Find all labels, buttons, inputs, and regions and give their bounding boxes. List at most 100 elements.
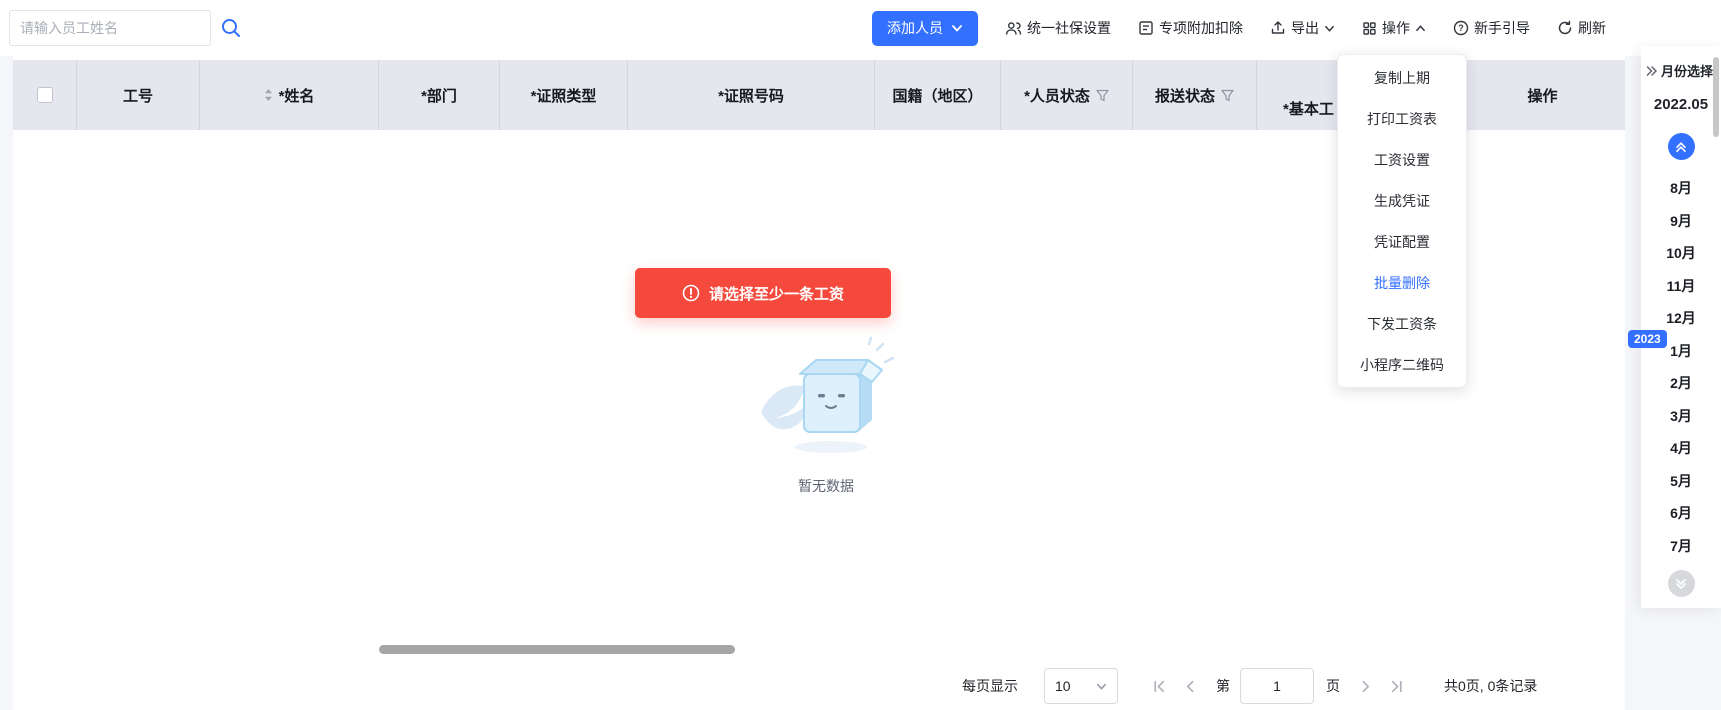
- menu-item[interactable]: 打印工资表: [1338, 98, 1466, 139]
- column-header-name: *姓名: [200, 60, 379, 130]
- month-item[interactable]: 9月: [1641, 205, 1721, 238]
- vertical-scrollbar-thumb[interactable]: [1713, 57, 1719, 137]
- month-list: 8月 9月 10月 11月 12月 1月 2月 3月 4月 5月 6月 7月: [1641, 172, 1721, 562]
- column-header-certificate-type: *证照类型: [500, 60, 628, 130]
- menu-item[interactable]: 复制上期: [1338, 57, 1466, 98]
- menu-item[interactable]: 凭证配置: [1338, 221, 1466, 262]
- refresh-icon: [1557, 20, 1573, 36]
- column-label: 工号: [122, 87, 153, 105]
- month-item[interactable]: 2月: [1641, 367, 1721, 400]
- collapse-panel-icon[interactable]: [1646, 65, 1658, 77]
- column-header-employee-id: 工号: [77, 60, 200, 130]
- search-input[interactable]: [9, 10, 211, 46]
- toolbar-item-label: 专项附加扣除: [1159, 20, 1243, 36]
- svg-text:?: ?: [1458, 23, 1464, 33]
- warning-icon: [682, 284, 700, 302]
- column-header-department: *部门: [379, 60, 500, 130]
- social-insurance-settings-button[interactable]: 统一社保设置: [1005, 18, 1111, 38]
- select-all-checkbox[interactable]: [36, 87, 53, 103]
- column-label: *部门: [421, 87, 457, 105]
- column-label: *人员状态: [1024, 87, 1090, 105]
- column-header-nationality: 国籍（地区）: [875, 60, 1001, 130]
- selected-period: 2022.05: [1653, 96, 1709, 113]
- first-page-button[interactable]: [1152, 679, 1167, 694]
- empty-text: 暂无数据: [798, 478, 854, 494]
- toolbar-item-label: 导出: [1291, 20, 1319, 36]
- toolbar-item-label: 操作: [1382, 20, 1410, 36]
- add-personnel-button[interactable]: 添加人员: [872, 10, 978, 46]
- menu-item[interactable]: 批量删除: [1338, 262, 1466, 303]
- left-gutter: [0, 56, 13, 710]
- toolbar-item-label: 新手引导: [1474, 20, 1530, 36]
- per-page-label: 每页显示: [962, 678, 1018, 694]
- filter-icon[interactable]: [1221, 89, 1234, 102]
- refresh-button[interactable]: 刷新: [1557, 18, 1606, 38]
- operations-dropdown-menu: 复制上期 打印工资表 工资设置 生成凭证 凭证配置 批量删除 下发工资条 小程序…: [1337, 54, 1467, 388]
- search-icon[interactable]: [220, 17, 242, 39]
- column-label: *证照号码: [718, 87, 784, 105]
- menu-item[interactable]: 工资设置: [1338, 139, 1466, 180]
- chevron-down-icon: [951, 22, 963, 34]
- column-label: *姓名: [278, 87, 315, 105]
- export-icon: [1270, 20, 1286, 36]
- export-button[interactable]: 导出: [1270, 18, 1335, 38]
- beginner-guide-button[interactable]: ? 新手引导: [1453, 18, 1530, 38]
- month-panel-title: 月份选择: [1661, 64, 1714, 79]
- per-page-value: 10: [1055, 678, 1071, 694]
- month-item[interactable]: 6月: [1641, 497, 1721, 530]
- menu-item[interactable]: 生成凭证: [1338, 180, 1466, 221]
- toolbar-item-label: 统一社保设置: [1027, 20, 1111, 36]
- month-item[interactable]: 4月: [1641, 432, 1721, 465]
- month-item[interactable]: 7月: [1641, 530, 1721, 563]
- prev-page-button[interactable]: [1183, 679, 1198, 694]
- column-header-certificate-number: *证照号码: [628, 60, 875, 130]
- per-page-select[interactable]: 10: [1044, 668, 1118, 704]
- month-panel-header: 月份选择: [1641, 46, 1721, 80]
- page-number-input[interactable]: [1240, 668, 1314, 704]
- filter-icon[interactable]: [1096, 89, 1109, 102]
- toolbar-item-label: 刷新: [1578, 20, 1606, 36]
- horizontal-scrollbar-thumb[interactable]: [379, 645, 735, 654]
- question-icon: ?: [1453, 20, 1469, 36]
- menu-item[interactable]: 小程序二维码: [1338, 344, 1466, 385]
- special-deduction-button[interactable]: 专项附加扣除: [1138, 18, 1243, 38]
- chevron-up-icon: [1415, 23, 1426, 34]
- operations-button[interactable]: 操作: [1362, 18, 1426, 38]
- column-label: 报送状态: [1154, 87, 1215, 105]
- year-badge: 2023: [1628, 330, 1667, 348]
- chevron-down-icon: [1324, 23, 1335, 34]
- column-header-actions: 操作: [1460, 60, 1625, 130]
- scroll-months-up-button[interactable]: [1667, 133, 1695, 160]
- grid-icon: [1362, 21, 1377, 36]
- next-page-button[interactable]: [1358, 679, 1373, 694]
- page-prefix-label: 第: [1216, 678, 1230, 694]
- sort-icon[interactable]: [264, 88, 273, 102]
- column-label: 国籍（地区）: [892, 87, 983, 105]
- column-label: *证照类型: [530, 87, 597, 105]
- scroll-months-down-button[interactable]: [1667, 570, 1695, 597]
- menu-item[interactable]: 下发工资条: [1338, 303, 1466, 344]
- add-personnel-label: 添加人员: [887, 20, 943, 36]
- empty-state: 暂无数据: [676, 334, 976, 496]
- empty-box-illustration: [761, 336, 895, 453]
- toast-warning: 请选择至少一条工资: [635, 268, 891, 318]
- select-all-cell: [13, 60, 77, 130]
- chevron-down-icon: [1096, 681, 1107, 692]
- month-item[interactable]: 11月: [1641, 270, 1721, 303]
- month-item[interactable]: 5月: [1641, 465, 1721, 498]
- month-item[interactable]: 8月: [1641, 172, 1721, 205]
- page-suffix-label: 页: [1326, 678, 1340, 694]
- toolbar-actions: 添加人员 统一社保设置 专项附加扣除 导出 操作 ? 新手引导 刷新: [872, 0, 1606, 56]
- month-selector-panel: 月份选择 2022.05 8月 9月 10月 11月 12月 1月 2月 3月 …: [1641, 46, 1721, 608]
- column-header-personnel-status: *人员状态: [1001, 60, 1133, 130]
- top-toolbar: 添加人员 统一社保设置 专项附加扣除: [0, 0, 1721, 56]
- last-page-button[interactable]: [1389, 679, 1404, 694]
- column-label: *基本工: [1283, 101, 1334, 118]
- column-header-submission-status: 报送状态: [1133, 60, 1257, 130]
- month-item[interactable]: 3月: [1641, 400, 1721, 433]
- column-label: 操作: [1527, 87, 1558, 105]
- toast-message: 请选择至少一条工资: [708, 285, 844, 303]
- pagination: 每页显示 10 第 页 共0页, 0条记录: [962, 666, 1537, 706]
- document-icon: [1138, 20, 1154, 36]
- month-item[interactable]: 10月: [1641, 237, 1721, 270]
